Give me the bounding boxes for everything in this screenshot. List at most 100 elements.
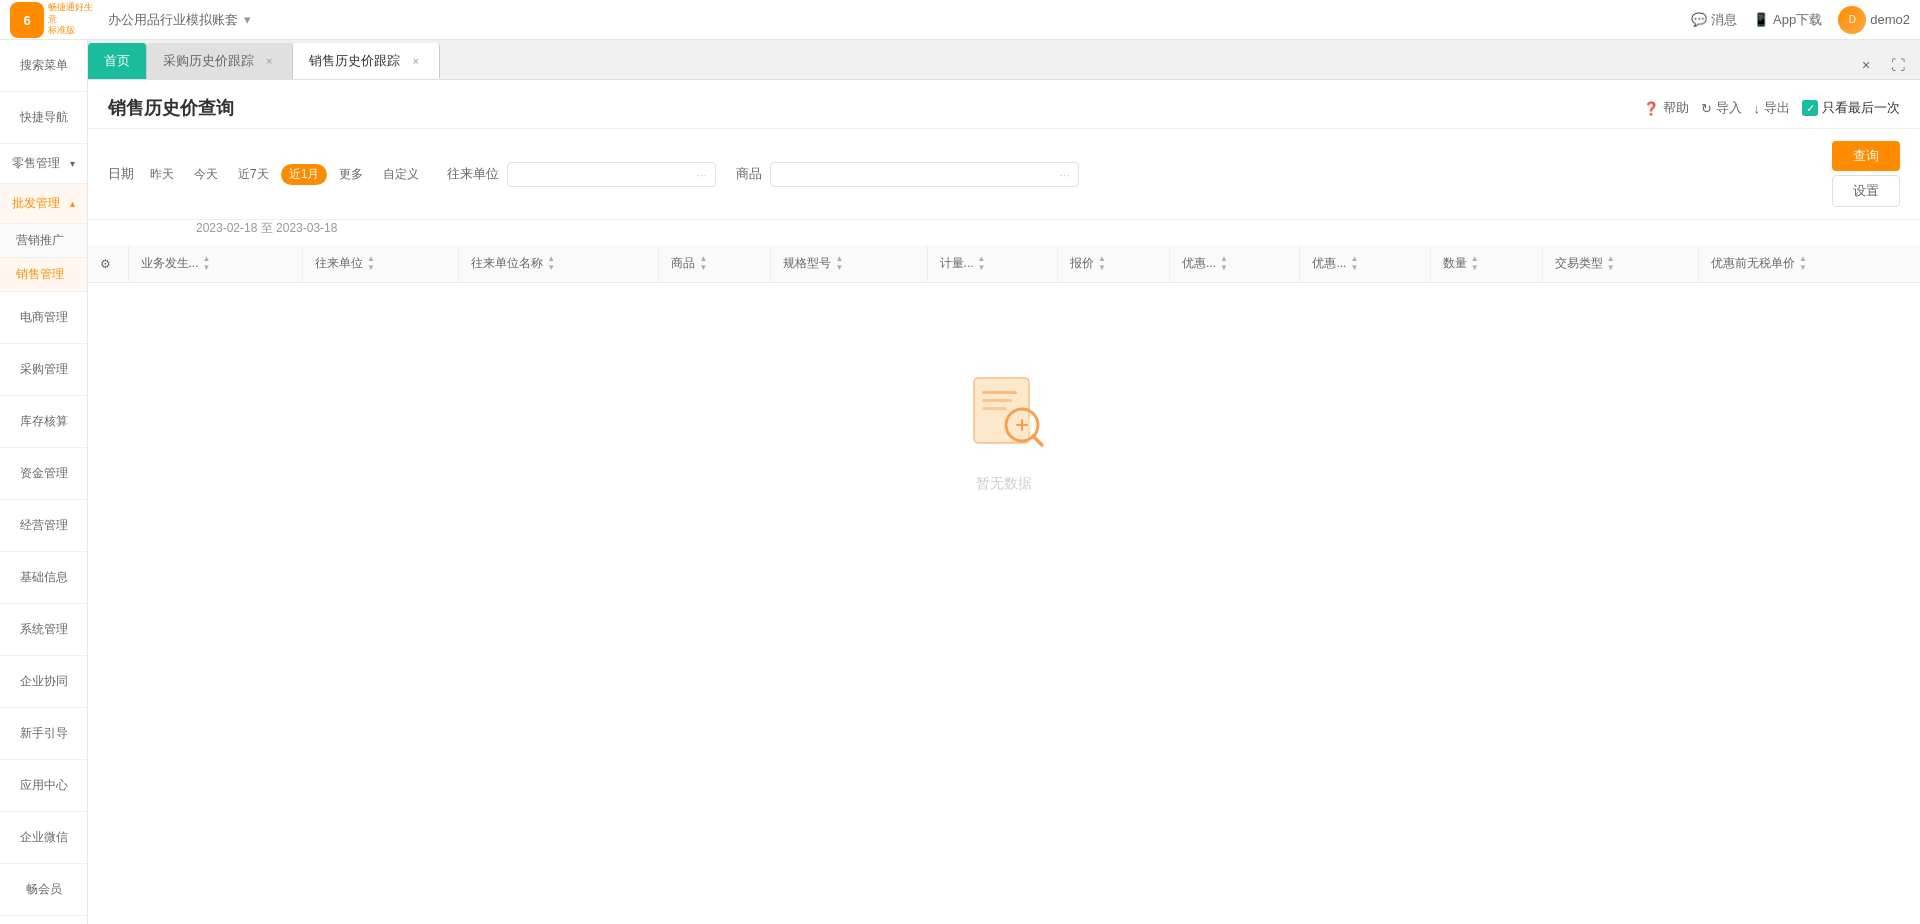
sidebar-item-marketing-promo[interactable]: 营销推广 bbox=[0, 224, 87, 258]
th-goods[interactable]: 商品 ▲▼ bbox=[659, 245, 771, 283]
th-discount1-sort-icon: ▲▼ bbox=[1220, 255, 1228, 272]
filter-bar: 日期 昨天 今天 近7天 近1月 更多 自定义 往来单位 ··· bbox=[88, 129, 1920, 220]
th-discount2-label: 优惠... bbox=[1312, 255, 1346, 272]
svg-text:6: 6 bbox=[23, 13, 30, 28]
tab-sales-history-close-icon[interactable]: × bbox=[408, 53, 422, 69]
purchase-mgmt-label: 采购管理 bbox=[20, 361, 68, 378]
user-profile-button[interactable]: D demo2 bbox=[1838, 6, 1910, 34]
sidebar-item-member[interactable]: 畅会员 bbox=[0, 864, 87, 916]
sidebar-item-wholesale-mgmt[interactable]: 批发管理 ▴ bbox=[0, 184, 87, 224]
sidebar-item-search-menu[interactable]: 搜索菜单 bbox=[0, 40, 87, 92]
export-button[interactable]: ↓ 导出 bbox=[1754, 99, 1791, 117]
th-discount2-sort-icon: ▲▼ bbox=[1350, 255, 1358, 272]
th-biz-date[interactable]: 业务发生... ▲▼ bbox=[128, 245, 303, 283]
goods-input-wrap: ··· bbox=[770, 162, 1079, 187]
tab-sales-history[interactable]: 销售历史价跟踪 × bbox=[293, 43, 439, 79]
th-partner-name-label: 往来单位名称 bbox=[471, 255, 543, 272]
partner-input-wrap: ··· bbox=[507, 162, 716, 187]
sidebar-item-ops-mgmt[interactable]: 经营管理 bbox=[0, 500, 87, 552]
sidebar-item-inventory-check[interactable]: 库存核算 bbox=[0, 396, 87, 448]
sales-mgmt-label: 销售管理 bbox=[16, 266, 64, 283]
sidebar-item-new-user-guide[interactable]: 新手引导 bbox=[0, 708, 87, 760]
workspace-selector[interactable]: 办公用品行业模拟账套 ▾ bbox=[108, 11, 251, 29]
goods-dots-icon[interactable]: ··· bbox=[1059, 167, 1070, 182]
th-pretax-price[interactable]: 优惠前无税单价 ▲▼ bbox=[1699, 245, 1921, 283]
date-btn-last1month[interactable]: 近1月 bbox=[281, 164, 328, 185]
tab-close-all-button[interactable]: × bbox=[1852, 51, 1880, 79]
empty-state: 暂无数据 bbox=[88, 283, 1920, 573]
svg-rect-3 bbox=[982, 391, 1017, 394]
main-layout: 搜索菜单 快捷导航 零售管理 ▾ 批发管理 ▴ 营销推广 销售管理 电商管理 采… bbox=[0, 40, 1920, 924]
sidebar-item-system-mgmt[interactable]: 系统管理 bbox=[0, 604, 87, 656]
th-unit[interactable]: 计量... ▲▼ bbox=[927, 245, 1057, 283]
finance-mgmt-label: 资金管理 bbox=[20, 465, 68, 482]
query-button[interactable]: 查询 bbox=[1832, 141, 1900, 171]
tab-purchase-history-close-icon[interactable]: × bbox=[262, 53, 276, 69]
tab-purchase-history[interactable]: 采购历史价跟踪 × bbox=[147, 43, 293, 79]
sidebar-item-retail-mgmt[interactable]: 零售管理 ▾ bbox=[0, 144, 87, 184]
messages-button[interactable]: 💬 消息 bbox=[1691, 11, 1737, 29]
content-area: 首页 采购历史价跟踪 × 销售历史价跟踪 × × ⛶ 销售历史价查询 bbox=[88, 40, 1920, 924]
sidebar-item-ecom-mgmt[interactable]: 电商管理 bbox=[0, 292, 87, 344]
th-partner-name[interactable]: 往来单位名称 ▲▼ bbox=[459, 245, 659, 283]
th-quote-sort-icon: ▲▼ bbox=[1098, 255, 1106, 272]
app-download-button[interactable]: 📱 App下载 bbox=[1753, 11, 1822, 29]
data-table: ⚙ 业务发生... ▲▼ bbox=[88, 245, 1920, 283]
date-btn-custom[interactable]: 自定义 bbox=[375, 164, 427, 185]
app-logo-icon: 6 bbox=[10, 2, 44, 38]
goods-input[interactable] bbox=[779, 167, 1059, 182]
tab-home[interactable]: 首页 bbox=[88, 43, 147, 79]
sidebar-item-enterprise-wechat[interactable]: 企业微信 bbox=[0, 812, 87, 864]
partner-dots-icon[interactable]: ··· bbox=[696, 167, 707, 182]
sidebar-item-app-center[interactable]: 应用中心 bbox=[0, 760, 87, 812]
help-button[interactable]: ❓ 帮助 bbox=[1643, 99, 1689, 117]
th-discount1[interactable]: 优惠... ▲▼ bbox=[1170, 245, 1300, 283]
sidebar-item-enterprise-collab[interactable]: 企业协同 bbox=[0, 656, 87, 708]
th-trade-type-sort-icon: ▲▼ bbox=[1607, 255, 1615, 272]
th-trade-type[interactable]: 交易类型 ▲▼ bbox=[1542, 245, 1698, 283]
help-label: 帮助 bbox=[1663, 99, 1689, 117]
th-partner-code[interactable]: 往来单位 ▲▼ bbox=[303, 245, 459, 283]
th-quote[interactable]: 报价 ▲▼ bbox=[1058, 245, 1170, 283]
date-btn-today[interactable]: 今天 bbox=[186, 164, 226, 185]
date-btn-more[interactable]: 更多 bbox=[331, 164, 371, 185]
tab-home-label: 首页 bbox=[104, 52, 130, 70]
th-biz-date-label: 业务发生... bbox=[141, 255, 199, 272]
date-btn-yesterday[interactable]: 昨天 bbox=[142, 164, 182, 185]
sidebar-item-purchase-mgmt[interactable]: 采购管理 bbox=[0, 344, 87, 396]
only-last-checkbox-wrap[interactable]: ✓ 只看最后一次 bbox=[1802, 99, 1900, 117]
import-button[interactable]: ↻ 导入 bbox=[1701, 99, 1742, 117]
header-right: 💬 消息 📱 App下载 D demo2 bbox=[1691, 6, 1910, 34]
th-unit-label: 计量... bbox=[940, 255, 974, 272]
user-avatar: D bbox=[1838, 6, 1866, 34]
tab-maximize-button[interactable]: ⛶ bbox=[1884, 51, 1912, 79]
date-filter-group: 日期 昨天 今天 近7天 近1月 更多 自定义 bbox=[108, 164, 427, 185]
th-settings[interactable]: ⚙ bbox=[88, 245, 128, 283]
date-filter-label: 日期 bbox=[108, 165, 134, 183]
th-qty-sort-icon: ▲▼ bbox=[1471, 255, 1479, 272]
th-qty[interactable]: 数量 ▲▼ bbox=[1430, 245, 1542, 283]
logo-area: 6 畅捷通好生意 标准版 bbox=[10, 2, 98, 38]
th-discount2[interactable]: 优惠... ▲▼ bbox=[1300, 245, 1430, 283]
th-partner-code-sort-icon: ▲▼ bbox=[367, 255, 375, 272]
date-btn-last7days[interactable]: 近7天 bbox=[230, 164, 277, 185]
svg-rect-4 bbox=[982, 399, 1012, 402]
sidebar-item-sales-mgmt[interactable]: 销售管理 bbox=[0, 258, 87, 292]
quick-nav-label: 快捷导航 bbox=[20, 109, 68, 126]
app-download-label: App下载 bbox=[1773, 11, 1822, 29]
sidebar-item-finance-mgmt[interactable]: 资金管理 bbox=[0, 448, 87, 500]
goods-filter-label: 商品 bbox=[736, 165, 762, 183]
th-partner-code-label: 往来单位 bbox=[315, 255, 363, 272]
export-icon: ↓ bbox=[1754, 101, 1761, 116]
th-spec[interactable]: 规格型号 ▲▼ bbox=[771, 245, 927, 283]
ecom-mgmt-label: 电商管理 bbox=[20, 309, 68, 326]
settings-button[interactable]: 设置 bbox=[1832, 175, 1900, 207]
tab-bar: 首页 采购历史价跟踪 × 销售历史价跟踪 × × ⛶ bbox=[88, 40, 1920, 80]
tab-purchase-history-label: 采购历史价跟踪 bbox=[163, 52, 254, 70]
partner-input[interactable] bbox=[516, 167, 696, 182]
page-content: 销售历史价查询 ❓ 帮助 ↻ 导入 ↓ 导出 ✓ bbox=[88, 80, 1920, 924]
marketing-promo-label: 营销推广 bbox=[16, 232, 64, 249]
date-range-display: 2023-02-18 至 2023-03-18 bbox=[88, 220, 1920, 245]
sidebar-item-quick-nav[interactable]: 快捷导航 bbox=[0, 92, 87, 144]
sidebar-item-basic-info[interactable]: 基础信息 bbox=[0, 552, 87, 604]
